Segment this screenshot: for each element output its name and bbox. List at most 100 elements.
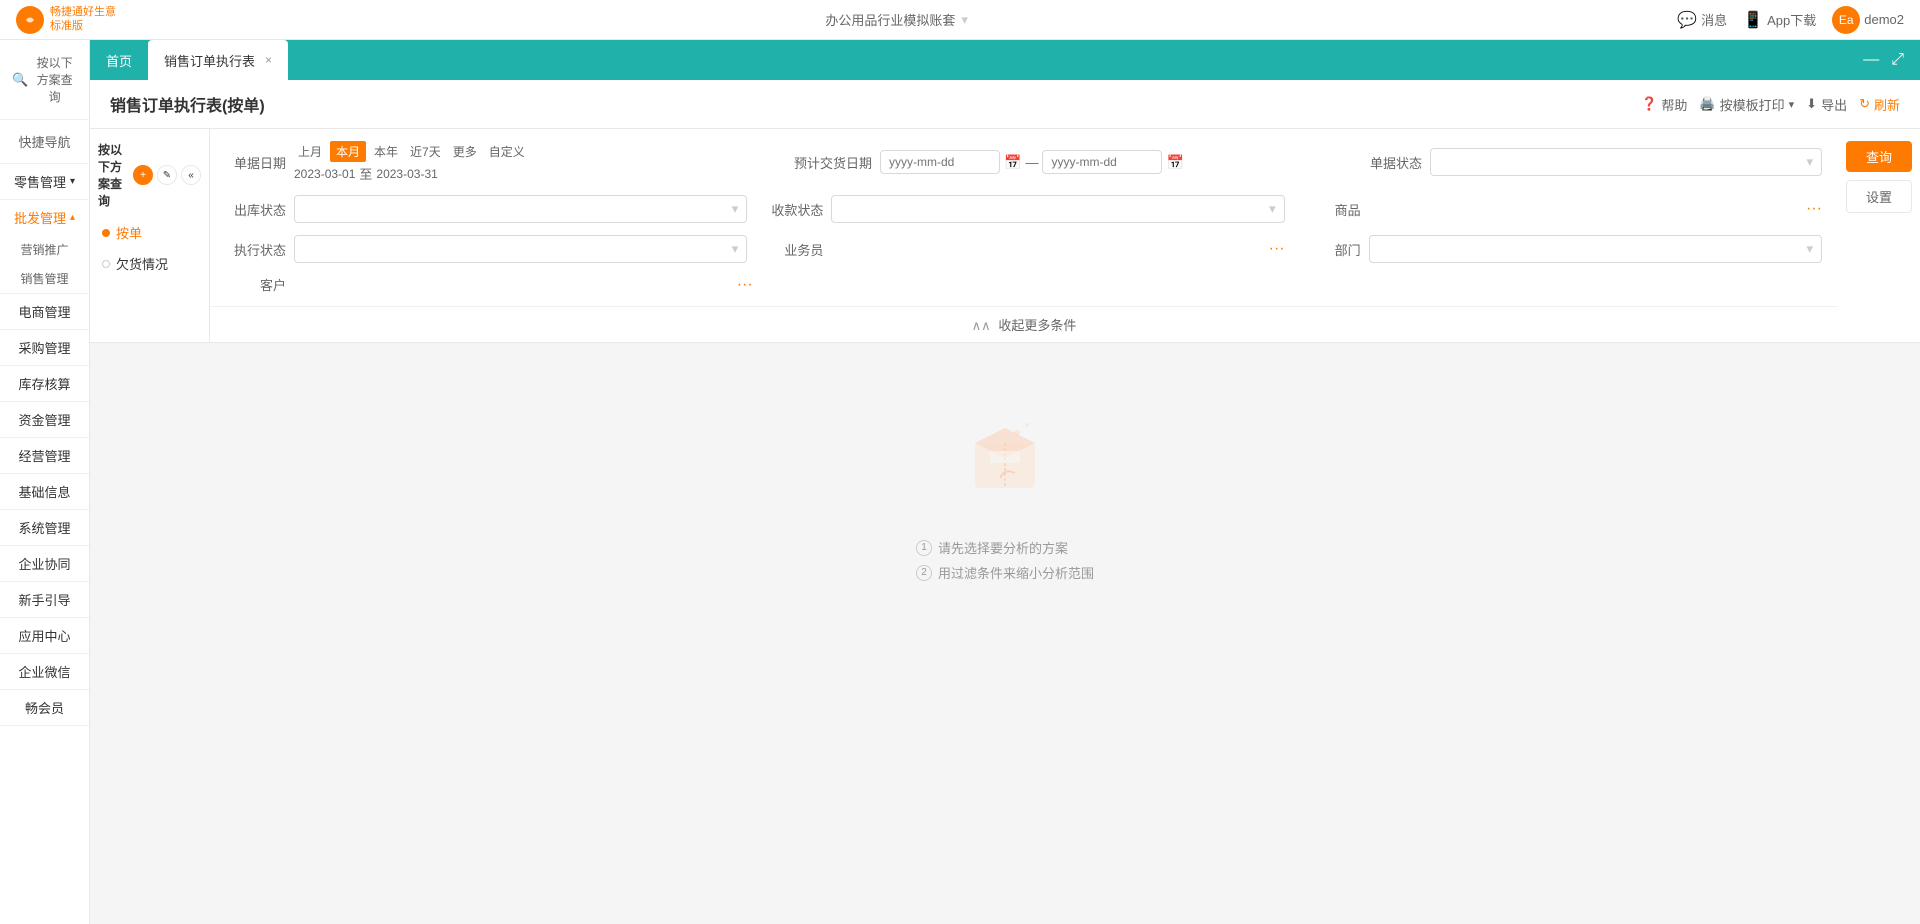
sidebar-section-wholesale: 批发管理 ▴ 营销推广 销售管理 xyxy=(0,200,89,294)
app-icon: 📱 xyxy=(1743,10,1763,30)
expected-date-start[interactable] xyxy=(880,150,1000,174)
salesman-control: ··· xyxy=(831,240,1284,258)
user-menu[interactable]: Ea demo2 xyxy=(1832,6,1904,34)
salesman-ellipsis-btn[interactable]: ··· xyxy=(1269,240,1285,258)
sidebar-section-title-ecom[interactable]: 电商管理 xyxy=(0,294,89,329)
exec-status-chevron xyxy=(732,241,739,257)
empty-illustration xyxy=(955,403,1055,522)
sidebar-section-title-corp[interactable]: 企业协同 xyxy=(0,546,89,581)
add-scheme-btn[interactable]: + xyxy=(133,165,153,185)
customer-control: ··· xyxy=(294,276,753,294)
sidebar-section-title-sys[interactable]: 系统管理 xyxy=(0,510,89,545)
filter-row-4: 客户 ··· xyxy=(226,275,1822,294)
search-btn[interactable]: 查询 xyxy=(1846,141,1912,172)
topbar-right: 💬 消息 📱 App下载 Ea demo2 xyxy=(1677,6,1904,34)
sidebar-section-title-basic[interactable]: 基础信息 xyxy=(0,474,89,509)
date-tab-thismonth[interactable]: 本月 xyxy=(330,141,366,162)
exec-status-select[interactable] xyxy=(294,235,747,263)
expected-date-end[interactable] xyxy=(1042,150,1162,174)
collect-status-select[interactable] xyxy=(831,195,1284,223)
date-range: 2023-03-01 至 2023-03-31 xyxy=(294,164,778,183)
minimize-tab-icon[interactable]: — xyxy=(1863,51,1879,69)
collect-status-chevron xyxy=(1269,201,1276,217)
date-range-start: 2023-03-01 xyxy=(294,167,355,181)
topbar: 畅捷通好生意 标准版 办公用品行业模拟账套 ▾ 💬 消息 📱 App下载 Ea … xyxy=(0,0,1920,40)
dept-select[interactable] xyxy=(1369,235,1822,263)
date-tabs: 上月 本月 本年 近7天 更多 自定义 xyxy=(294,141,778,162)
out-status-select[interactable] xyxy=(294,195,747,223)
sidebar-section-title-newbie[interactable]: 新手引导 xyxy=(0,582,89,617)
refresh-icon: ↻ xyxy=(1859,96,1870,112)
customer-label: 客户 xyxy=(226,275,286,294)
sidebar-item-yingxiao[interactable]: 营销推广 xyxy=(0,235,89,264)
sidebar-section-member: 畅会员 xyxy=(0,690,89,726)
sidebar-section-stock: 库存核算 xyxy=(0,366,89,402)
date-sep: — xyxy=(1025,155,1038,170)
sidebar-nav: 快捷导航 xyxy=(0,120,89,164)
date-tab-thisyear[interactable]: 本年 xyxy=(370,141,402,162)
message-btn[interactable]: 💬 消息 xyxy=(1677,10,1727,30)
tab-close-icon[interactable]: × xyxy=(265,53,272,67)
scheme-item-andan[interactable]: 按单 xyxy=(98,217,201,248)
sidebar-section-title-wechat[interactable]: 企业微信 xyxy=(0,654,89,689)
product-label: 商品 xyxy=(1301,200,1361,219)
sidebar-item-kuaijie[interactable]: 快捷导航 xyxy=(0,126,89,157)
product-ellipsis-btn[interactable]: ··· xyxy=(1806,200,1822,218)
tab-sales-exec[interactable]: 销售订单执行表 × xyxy=(148,40,288,80)
filter-sidebar-title: 按以下方案查询 + ✎ « xyxy=(98,141,201,209)
date-tab-more[interactable]: 更多 xyxy=(449,141,481,162)
refresh-btn[interactable]: ↻ 刷新 xyxy=(1859,95,1900,114)
help-btn[interactable]: ❓ 帮助 xyxy=(1641,95,1687,114)
content: 首页 销售订单执行表 × — ⤢ 销售订单执行表(按单) ❓ 帮助 xyxy=(90,40,1920,924)
sidebar-section-title-stock[interactable]: 库存核算 xyxy=(0,366,89,401)
sidebar-search: 🔍 按以下方案查询 xyxy=(0,40,89,120)
date-tab-7days[interactable]: 近7天 xyxy=(406,141,445,162)
tab-home[interactable]: 首页 xyxy=(90,40,148,80)
print-btn[interactable]: 🖨️ 按模板打印 ▾ xyxy=(1699,95,1794,114)
search-menu-btn[interactable]: 🔍 按以下方案查询 xyxy=(8,50,81,109)
filter-form-area: 单据日期 上月 本月 本年 近7天 更多 自定义 xyxy=(210,129,1838,342)
filter-field-product: 商品 ··· xyxy=(1301,200,1822,219)
collapse-sidebar-btn[interactable]: « xyxy=(181,165,201,185)
sidebar-item-xiaoshou[interactable]: 销售管理 xyxy=(0,264,89,293)
date-range-end: 2023-03-31 xyxy=(376,167,437,181)
logo: 畅捷通好生意 标准版 xyxy=(16,6,116,34)
sidebar-section-basic: 基础信息 xyxy=(0,474,89,510)
scheme-item-quhuo[interactable]: 欠货情况 xyxy=(98,248,201,279)
filter-field-salesman: 业务员 ··· xyxy=(763,240,1284,259)
sidebar-section-title-retail[interactable]: 零售管理 ▾ xyxy=(0,164,89,199)
sidebar-section-title-ops[interactable]: 经营管理 xyxy=(0,438,89,473)
topbar-center[interactable]: 办公用品行业模拟账套 ▾ xyxy=(825,10,968,29)
settings-btn[interactable]: 设置 xyxy=(1846,180,1912,213)
sidebar-section-title-finance[interactable]: 资金管理 xyxy=(0,402,89,437)
page-actions: ❓ 帮助 🖨️ 按模板打印 ▾ ⬇ 导出 ↻ 刷新 xyxy=(1641,95,1900,114)
export-btn[interactable]: ⬇ 导出 xyxy=(1806,95,1847,114)
filter-row-1: 单据日期 上月 本月 本年 近7天 更多 自定义 xyxy=(226,141,1822,183)
sidebar-section-title-purchase[interactable]: 采购管理 xyxy=(0,330,89,365)
empty-state: 1 请先选择要分析的方案 2 用过滤条件来缩小分析范围 xyxy=(90,343,1920,648)
page-title: 销售订单执行表(按单) xyxy=(110,92,265,116)
edit-scheme-btn[interactable]: ✎ xyxy=(157,165,177,185)
date-tab-custom[interactable]: 自定义 xyxy=(485,141,529,162)
order-status-label: 单据状态 xyxy=(1362,153,1422,172)
order-status-select[interactable] xyxy=(1430,148,1822,176)
collapse-bar[interactable]: ∧∧ 收起更多条件 xyxy=(210,306,1838,342)
product-control: ··· xyxy=(1369,200,1822,218)
dropdown-icon[interactable]: ▾ xyxy=(961,12,968,28)
sidebar-section-newbie: 新手引导 xyxy=(0,582,89,618)
sidebar-section-title-appcenter[interactable]: 应用中心 xyxy=(0,618,89,653)
logo-text: 畅捷通好生意 标准版 xyxy=(50,6,116,32)
dropdown-label: 办公用品行业模拟账套 xyxy=(825,10,955,29)
filter-field-expected-date: 预计交货日期 📅 — 📅 xyxy=(794,150,1346,174)
app-download-btn[interactable]: 📱 App下载 xyxy=(1743,10,1816,30)
filter-panel: 按以下方案查询 + ✎ « 按单 欠货情况 xyxy=(90,129,1920,342)
order-status-chevron xyxy=(1806,154,1813,170)
empty-tip-2: 2 用过滤条件来缩小分析范围 xyxy=(916,563,1094,582)
date-tab-lastmonth[interactable]: 上月 xyxy=(294,141,326,162)
salesman-label: 业务员 xyxy=(763,240,823,259)
sidebar-section-title-wholesale[interactable]: 批发管理 ▴ xyxy=(0,200,89,235)
customer-ellipsis-btn[interactable]: ··· xyxy=(737,276,753,294)
sidebar-section-title-member[interactable]: 畅会员 xyxy=(0,690,89,725)
filter-field-order-status: 单据状态 xyxy=(1362,148,1822,176)
expand-tab-icon[interactable]: ⤢ xyxy=(1891,51,1904,69)
